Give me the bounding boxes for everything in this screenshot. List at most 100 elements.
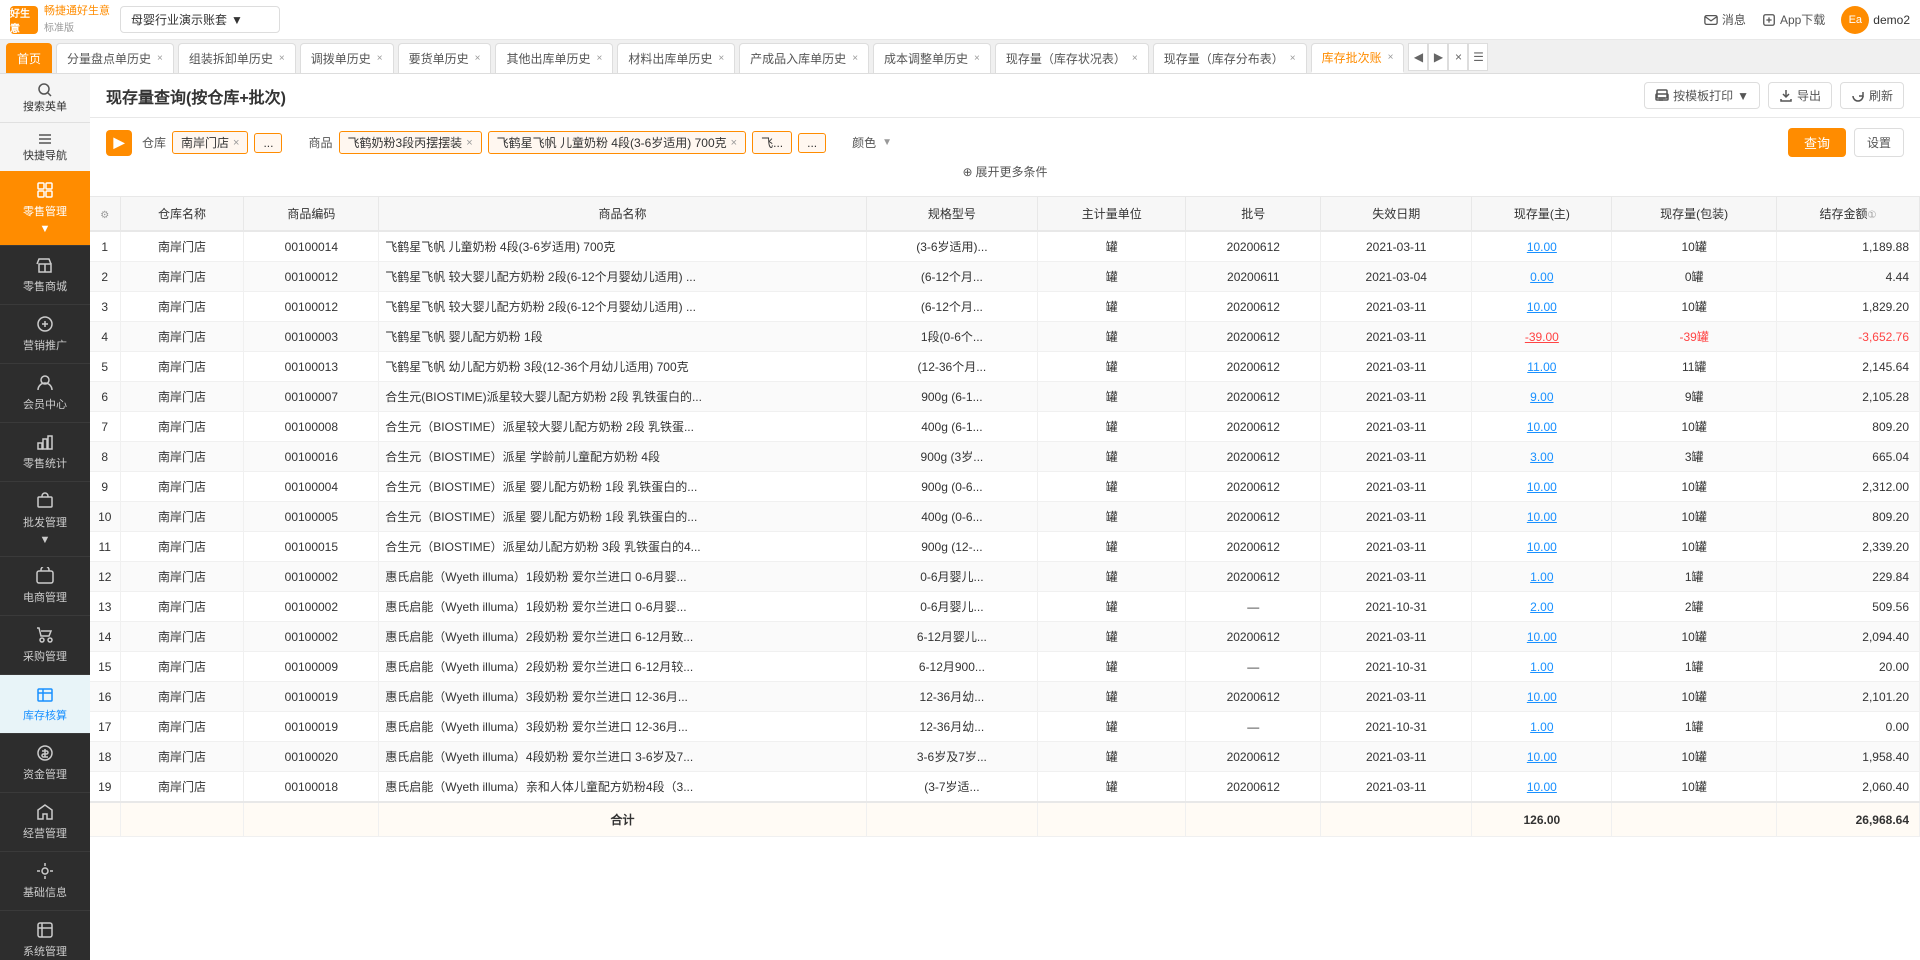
cell-qty-main[interactable]: 10.00 [1472, 622, 1612, 652]
settings-btn[interactable]: 设置 [1854, 128, 1904, 157]
product-tag-1[interactable]: 飞鹤奶粉3段丙摆摆装 × [339, 131, 482, 154]
product-tag-1-close[interactable]: × [466, 137, 472, 149]
cell-qty-main[interactable]: 11.00 [1472, 352, 1612, 382]
template-print-btn[interactable]: 按模板打印 ▼ [1644, 82, 1760, 109]
tab-close-1[interactable]: × [157, 53, 163, 64]
filter-buttons: 查询 设置 [902, 128, 1904, 157]
cell-qty-main[interactable]: 1.00 [1472, 712, 1612, 742]
expand-conditions-btn[interactable]: ⊕ 展开更多条件 [106, 157, 1904, 186]
workspace-selector[interactable]: 母婴行业演示账套 ▼ [120, 6, 280, 33]
product-more[interactable]: ... [798, 133, 826, 153]
tab-8[interactable]: 成本调整单历史 × [873, 43, 991, 73]
cell-batch: 20200612 [1186, 352, 1321, 382]
sidebar-item-system[interactable]: 系统管理 [0, 911, 90, 960]
cell-qty-main[interactable]: 10.00 [1472, 772, 1612, 803]
summary-qty-main: 126.00 [1472, 802, 1612, 837]
product-tag-3[interactable]: 飞... [752, 131, 792, 154]
tab-2[interactable]: 组装拆卸单历史 × [178, 43, 296, 73]
tab-5[interactable]: 其他出库单历史 × [495, 43, 613, 73]
sidebar-search[interactable]: 搜索英单 [0, 74, 90, 122]
tab-close-all-btn[interactable]: × [1448, 43, 1468, 71]
user-area[interactable]: Ea demo2 [1841, 6, 1910, 34]
tab-10[interactable]: 现存量（库存分布表） × [1153, 43, 1307, 73]
table-row: 9 南岸门店 00100004 合生元（BIOSTIME）派星 婴儿配方奶粉 1… [90, 472, 1920, 502]
warehouse-close[interactable]: × [233, 137, 239, 149]
app-download-btn[interactable]: App下载 [1762, 11, 1825, 28]
sidebar-item-inventory[interactable]: 库存核算 [0, 675, 90, 734]
refresh-btn[interactable]: 刷新 [1840, 82, 1904, 109]
cell-no: 19 [90, 772, 120, 803]
cell-qty-main[interactable]: 9.00 [1472, 382, 1612, 412]
cell-qty-main[interactable]: 10.00 [1472, 502, 1612, 532]
summary-empty [120, 802, 244, 837]
tab-prev-btn[interactable]: ◀ [1408, 43, 1428, 71]
tab-close-4[interactable]: × [475, 53, 481, 64]
tab-close-6[interactable]: × [718, 53, 724, 64]
message-btn[interactable]: 消息 [1704, 11, 1746, 28]
cell-spec: 900g (3岁... [866, 442, 1037, 472]
tab-close-active[interactable]: × [1388, 52, 1394, 63]
summary-label: 合计 [379, 802, 866, 837]
product-tag-2-close[interactable]: × [731, 137, 737, 149]
cell-qty-main[interactable]: 10.00 [1472, 742, 1612, 772]
warehouse-tag[interactable]: 南岸门店 × [172, 131, 248, 154]
cell-qty-main[interactable]: 10.00 [1472, 532, 1612, 562]
cell-code: 00100015 [244, 532, 379, 562]
tab-close-3[interactable]: × [377, 53, 383, 64]
tab-active[interactable]: 库存批次账 × [1311, 43, 1405, 73]
sidebar-item-ecommerce[interactable]: 电商管理 [0, 557, 90, 616]
product-tag-2[interactable]: 飞鹤星飞帆 儿童奶粉 4段(3-6岁适用) 700克 × [488, 131, 746, 154]
summary-empty [1612, 802, 1777, 837]
cell-qty-main[interactable]: 10.00 [1472, 472, 1612, 502]
color-dropdown-arrow[interactable]: ▼ [882, 137, 892, 148]
cell-qty-pack: 3罐 [1612, 442, 1777, 472]
sidebar-item-wholesale[interactable]: 批发管理 ▼ [0, 482, 90, 557]
sidebar-item-retail-shop[interactable]: 零售商城 [0, 246, 90, 305]
cell-qty-main[interactable]: 10.00 [1472, 292, 1612, 322]
cell-spec: 0-6月婴儿... [866, 562, 1037, 592]
cell-qty-main[interactable]: 10.00 [1472, 231, 1612, 262]
tab-close-2[interactable]: × [279, 53, 285, 64]
sidebar-item-member[interactable]: 会员中心 [0, 364, 90, 423]
cell-qty-main[interactable]: 1.00 [1472, 652, 1612, 682]
cell-qty-main[interactable]: 0.00 [1472, 262, 1612, 292]
cell-qty-main[interactable]: 1.00 [1472, 562, 1612, 592]
tab-close-9[interactable]: × [1132, 53, 1138, 64]
cell-batch: 20200612 [1186, 442, 1321, 472]
sidebar-item-marketing[interactable]: 营销推广 [0, 305, 90, 364]
tab-close-7[interactable]: × [852, 53, 858, 64]
cell-qty-main[interactable]: 10.00 [1472, 682, 1612, 712]
warehouse-more[interactable]: ... [254, 133, 282, 153]
cell-amount: 1,189.88 [1776, 231, 1919, 262]
tab-6[interactable]: 材料出库单历史 × [617, 43, 735, 73]
tab-close-5[interactable]: × [596, 53, 602, 64]
cell-qty-main[interactable]: 2.00 [1472, 592, 1612, 622]
cell-qty-main[interactable]: 10.00 [1472, 412, 1612, 442]
product-tag-3-value: 飞... [761, 134, 783, 151]
query-btn[interactable]: 查询 [1788, 128, 1846, 157]
th-settings[interactable]: ⚙ [90, 197, 120, 231]
tab-7[interactable]: 产成品入库单历史 × [739, 43, 869, 73]
sidebar-item-retail-stats[interactable]: 零售统计 [0, 423, 90, 482]
cell-spec: (6-12个月... [866, 292, 1037, 322]
sidebar-item-finance[interactable]: 资金管理 [0, 734, 90, 793]
tab-menu-btn[interactable]: ☰ [1468, 43, 1488, 71]
tab-close-8[interactable]: × [974, 53, 980, 64]
tab-4[interactable]: 要货单历史 × [398, 43, 492, 73]
tab-home[interactable]: 首页 [6, 43, 52, 73]
tab-3[interactable]: 调拨单历史 × [300, 43, 394, 73]
sidebar-item-basics[interactable]: 基础信息 [0, 852, 90, 911]
tab-next-btn[interactable]: ▶ [1428, 43, 1448, 71]
cell-qty-main[interactable]: -39.00 [1472, 322, 1612, 352]
sidebar-nav[interactable]: 快捷导航 [0, 122, 90, 171]
export-btn[interactable]: 导出 [1768, 82, 1832, 109]
cell-qty-main[interactable]: 3.00 [1472, 442, 1612, 472]
sidebar-item-purchase[interactable]: 采购管理 [0, 616, 90, 675]
tab-1[interactable]: 分量盘点单历史 × [56, 43, 174, 73]
tab-close-10[interactable]: × [1290, 53, 1296, 64]
logo-text: 畅捷通好生意 [44, 5, 110, 18]
filter-expand-btn[interactable]: ▶ [106, 130, 132, 156]
sidebar-item-operations[interactable]: 经营管理 [0, 793, 90, 852]
sidebar-item-retail-mgmt[interactable]: 零售管理 ▼ [0, 171, 90, 246]
tab-9[interactable]: 现存量（库存状况表） × [995, 43, 1149, 73]
